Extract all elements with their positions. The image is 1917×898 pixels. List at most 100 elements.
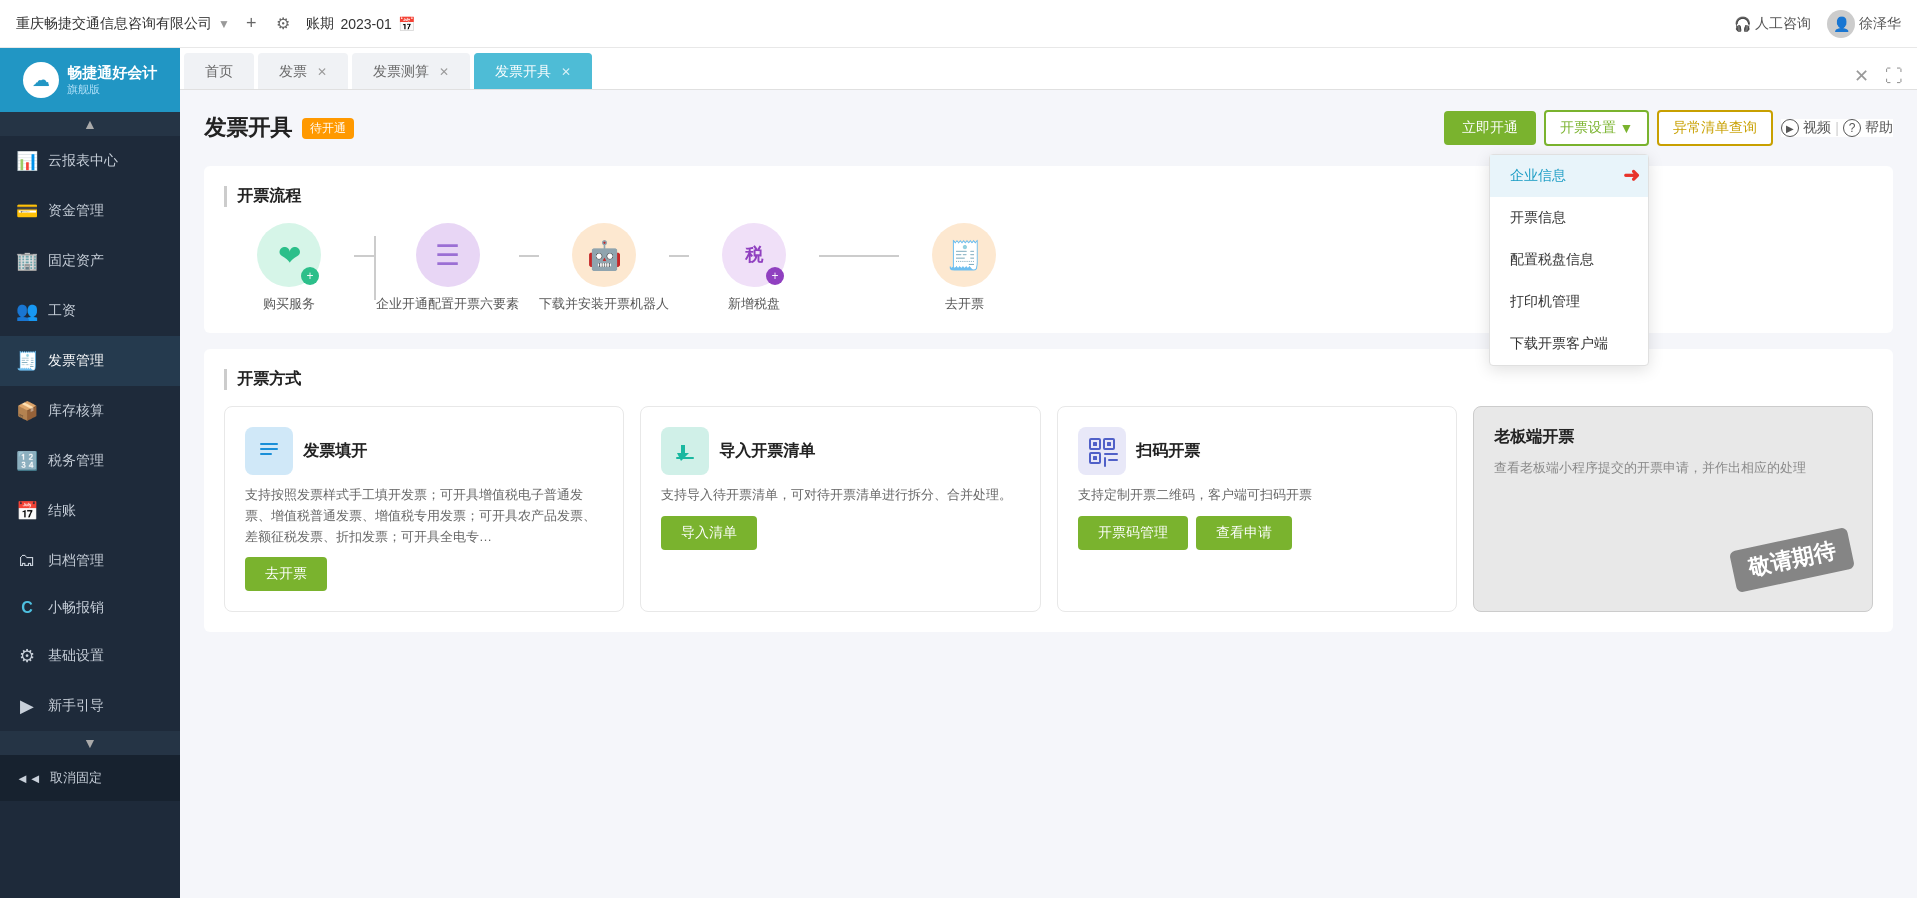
tab-fapiaocesuan[interactable]: 发票测算 ✕ [352,53,470,89]
scan-invoice-desc: 支持定制开票二维码，客户端可扫码开票 [1078,485,1436,506]
flow-step-4-label: 新增税盘 [728,295,780,313]
sidebar-item-label: 基础设置 [48,647,104,665]
sidebar-item-label: 新手引导 [48,697,104,715]
flow-step-3-icon: 🤖 [572,223,636,287]
sidebar-cancel-pin[interactable]: ◄◄ 取消固定 [0,755,180,801]
fill-invoice-title: 发票填开 [303,441,367,462]
scan-invoice-title: 扫码开票 [1136,441,1200,462]
sidebar-item-xiaochangbaoxiao[interactable]: C 小畅报销 [0,585,180,631]
sidebar-item-zijin[interactable]: 💳 资金管理 [0,186,180,236]
tab-fapiaokaizhang[interactable]: 发票开具 ✕ [474,53,592,89]
flow-step-2-label: 企业开通配置开票六要素 [376,295,519,313]
import-invoice-button[interactable]: 导入清单 [661,516,757,550]
svg-rect-2 [260,448,278,450]
sidebar-item-label: 税务管理 [48,452,104,470]
user-avatar-icon: 👤 [1827,10,1855,38]
method-card-boss: 老板端开票 查看老板端小程序提交的开票申请，并作出相应的处理 敬请期待 [1473,406,1873,612]
flow-connector-4 [819,255,839,257]
sidebar-item-yunbao[interactable]: 📊 云报表中心 [0,136,180,186]
sidebar-item-shuiwu[interactable]: 🔢 税务管理 [0,436,180,486]
kucun-icon: 📦 [16,400,38,422]
sidebar-item-jichushezhi[interactable]: ⚙ 基础设置 [0,631,180,681]
methods-section-title: 开票方式 [224,369,1873,390]
guidang-icon: 🗂 [16,550,38,571]
dropdown-item-peizhi[interactable]: 配置税盘信息 [1490,239,1648,281]
flow-connector-2 [519,255,539,257]
tab-fapiao[interactable]: 发票 ✕ [258,53,348,89]
dropdown-item-dayinji[interactable]: 打印机管理 [1490,281,1648,323]
sidebar: ☁ 畅捷通好会计 旗舰版 ▲ 📊 云报表中心 💳 资金管理 🏢 固定资产 👥 工… [0,48,180,898]
sidebar-item-gongzi[interactable]: 👥 工资 [0,286,180,336]
consult-button[interactable]: 🎧 人工咨询 [1734,15,1811,33]
dropdown-item-xiazai[interactable]: 下载开票客户端 [1490,323,1648,365]
sidebar-item-gudingzichan[interactable]: 🏢 固定资产 [0,236,180,286]
play-icon: ▶ [1781,119,1799,137]
tab-close-fapiaocesuan[interactable]: ✕ [439,65,449,79]
sidebar-item-jiezhang[interactable]: 📅 结账 [0,486,180,536]
method-cards: 发票填开 支持按照发票样式手工填开发票；可开具增值税电子普通发票、增值税普通发票… [224,406,1873,612]
flow-step-1: ❤ + 购买服务 [224,223,354,313]
red-arrow-icon: ➜ [1623,163,1640,187]
settings-icon[interactable]: ⚙ [272,14,294,33]
sidebar-item-label: 固定资产 [48,252,104,270]
jichushezhi-icon: ⚙ [16,645,38,667]
methods-section: 开票方式 [204,349,1893,632]
sidebar-item-label: 资金管理 [48,202,104,220]
sidebar-scroll-down[interactable]: ▼ [0,731,180,755]
sidebar-item-fapiao[interactable]: 🧾 发票管理 [0,336,180,386]
dropdown-item-kaipiaoxinxi[interactable]: 开票信息 [1490,197,1648,239]
flow-step-2-icon: ☰ [416,223,480,287]
sidebar-item-label: 发票管理 [48,352,104,370]
video-help-button[interactable]: ▶ 视频 | ? 帮助 [1781,119,1893,137]
sidebar-scroll-up[interactable]: ▲ [0,112,180,136]
boss-invoice-title: 老板端开票 [1494,427,1574,448]
tab-close-fapiao[interactable]: ✕ [317,65,327,79]
flow-connector-dots [839,255,899,257]
tab-maximize-button[interactable]: ⛶ [1879,64,1909,89]
sidebar-item-kucun[interactable]: 📦 库存核算 [0,386,180,436]
svg-rect-14 [1108,459,1118,461]
flow-step-5-icon: 🧾 [932,223,996,287]
tab-close-all-button[interactable]: ✕ [1848,63,1875,89]
boss-invoice-desc: 查看老板端小程序提交的开票申请，并作出相应的处理 [1494,458,1852,479]
sidebar-item-xinshoudaoyou[interactable]: ▶ 新手引导 [0,681,180,731]
scan-view-apply-button[interactable]: 查看申请 [1196,516,1292,550]
flow-step-1-label: 购买服务 [263,295,315,313]
tab-actions: ✕ ⛶ [1848,63,1917,89]
fapiao-icon: 🧾 [16,350,38,372]
page-title: 发票开具 [204,113,292,143]
user-menu[interactable]: 👤 徐泽华 [1827,10,1901,38]
scan-code-manage-button[interactable]: 开票码管理 [1078,516,1188,550]
main-layout: ☁ 畅捷通好会计 旗舰版 ▲ 📊 云报表中心 💳 资金管理 🏢 固定资产 👥 工… [0,48,1917,898]
abnormal-query-button[interactable]: 异常清单查询 [1657,110,1773,146]
calendar-icon[interactable]: 📅 [398,16,415,32]
sidebar-item-label: 工资 [48,302,76,320]
import-invoice-icon [661,427,709,475]
invoice-settings-button[interactable]: 开票设置 ▼ [1544,110,1650,146]
sidebar-item-label: 归档管理 [48,552,104,570]
activate-button[interactable]: 立即开通 [1444,111,1536,145]
company-selector[interactable]: 重庆畅捷交通信息咨询有限公司 ▼ [16,15,230,33]
flow-step-3: 🤖 下载并安装开票机器人 [539,223,669,313]
logo-sub: 旗舰版 [67,82,157,97]
scan-invoice-icon [1078,427,1126,475]
headset-icon: 🎧 [1734,16,1751,32]
page-header: 发票开具 待开通 立即开通 开票设置 ▼ [204,110,1893,146]
header-actions: 立即开通 开票设置 ▼ 企业信息 ➜ [1444,110,1894,146]
flow-step-3-label: 下载并安装开票机器人 [539,295,669,313]
tab-close-fapiaokaizhang[interactable]: ✕ [561,65,571,79]
sidebar-item-label: 云报表中心 [48,152,118,170]
add-tab-button[interactable]: + [242,13,261,34]
import-invoice-desc: 支持导入待开票清单，可对待开票清单进行拆分、合并处理。 [661,485,1019,506]
svg-rect-12 [1104,453,1118,455]
flow-step-2: ☰ 企业开通配置开票六要素 [376,223,519,313]
svg-rect-9 [1093,442,1097,446]
svg-rect-11 [1093,456,1097,460]
svg-rect-0 [257,437,281,465]
tab-bar: 首页 发票 ✕ 发票测算 ✕ 发票开具 ✕ ✕ ⛶ [180,48,1917,90]
sidebar-item-guidang[interactable]: 🗂 归档管理 [0,536,180,585]
tab-home[interactable]: 首页 [184,53,254,89]
settings-dropdown-wrapper: 开票设置 ▼ 企业信息 ➜ 开票信息 [1544,110,1650,146]
flow-step-1-icon: ❤ + [257,223,321,287]
fill-invoice-button[interactable]: 去开票 [245,557,327,591]
